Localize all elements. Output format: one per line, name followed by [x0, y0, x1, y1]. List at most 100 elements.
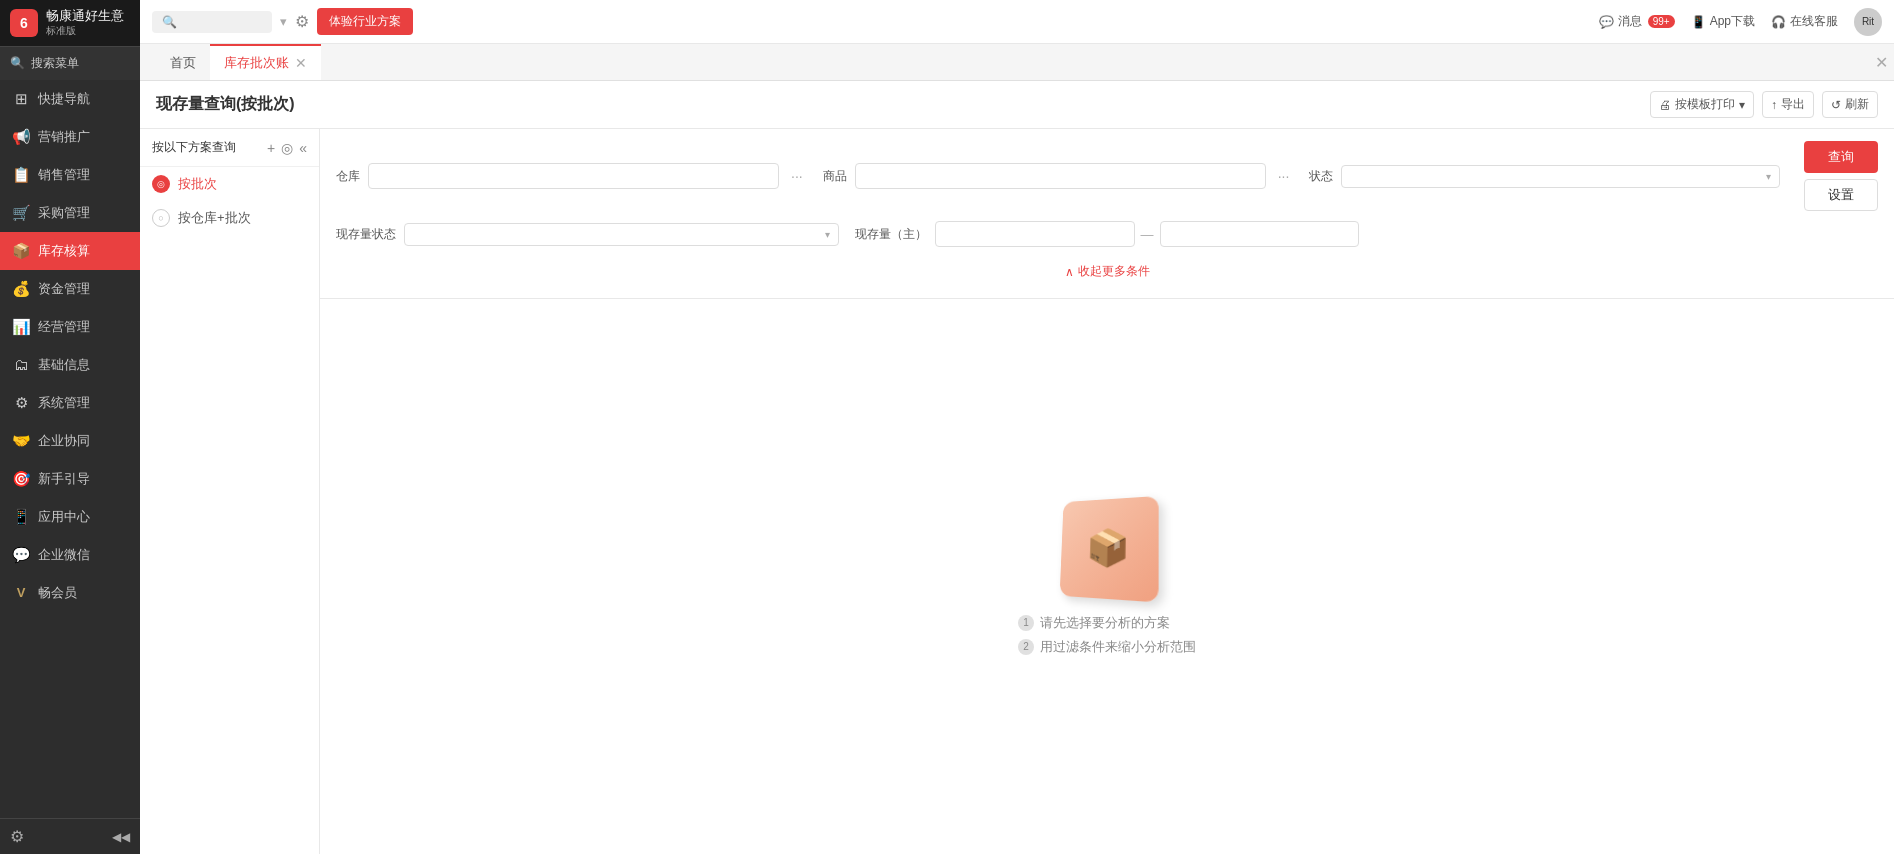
sidebar-collapse-icon[interactable]: ◀◀ — [112, 830, 130, 844]
sidebar-item-basic[interactable]: 🗂 基础信息 — [0, 346, 140, 384]
finance-icon: 💰 — [12, 280, 30, 298]
action-buttons: 查询 设置 — [1804, 141, 1878, 211]
plan-item-batch[interactable]: ◎ 按批次 — [140, 167, 319, 201]
sidebar-item-enterprise[interactable]: 🤝 企业协同 — [0, 422, 140, 460]
inventory-status-label: 现存量状态 — [336, 226, 396, 243]
filter-product: 商品 ··· — [823, 163, 1294, 189]
new-guide-icon: 🎯 — [12, 470, 30, 488]
message-item[interactable]: 💬 消息 99+ — [1599, 13, 1675, 30]
plan-item-warehouse-batch[interactable]: ○ 按仓库+批次 — [140, 201, 319, 235]
sidebar-item-label: 采购管理 — [38, 204, 90, 222]
sidebar-item-label: 销售管理 — [38, 166, 90, 184]
plan-settings-icon[interactable]: ◎ — [281, 140, 293, 156]
tip-text-2: 用过滤条件来缩小分析范围 — [1040, 638, 1196, 656]
basic-icon: 🗂 — [12, 356, 30, 373]
app-download-icon: 📱 — [1691, 15, 1706, 29]
product-dots[interactable]: ··· — [1274, 168, 1294, 184]
sidebar-footer: ⚙ ◀◀ — [0, 818, 140, 854]
collapse-icon: ∧ — [1065, 265, 1074, 279]
left-panel-header-label: 按以下方案查询 — [152, 139, 236, 156]
sidebar-item-label: 新手引导 — [38, 470, 90, 488]
sidebar-item-marketing[interactable]: 📢 营销推广 — [0, 118, 140, 156]
empty-tips: 1 请先选择要分析的方案 2 用过滤条件来缩小分析范围 — [1018, 614, 1196, 656]
filter-warehouse: 仓库 ··· — [336, 163, 807, 189]
refresh-btn[interactable]: ↺ 刷新 — [1822, 91, 1878, 118]
topbar-search-icon: 🔍 — [162, 15, 177, 29]
sidebar-item-operations[interactable]: 📊 经营管理 — [0, 308, 140, 346]
sidebar-item-label: 应用中心 — [38, 508, 90, 526]
sidebar-item-app-center[interactable]: 📱 应用中心 — [0, 498, 140, 536]
sales-icon: 📋 — [12, 166, 30, 184]
plan-warehouse-batch-label: 按仓库+批次 — [178, 209, 251, 227]
filter-row-2: 现存量状态 ▾ 现存量（主） — — [336, 221, 1878, 247]
left-panel-header: 按以下方案查询 + ◎ « — [140, 129, 319, 167]
print-dropdown-icon[interactable]: ▾ — [1739, 98, 1745, 112]
sidebar-item-label: 基础信息 — [38, 356, 90, 374]
print-btn[interactable]: 🖨 按模板打印 ▾ — [1650, 91, 1754, 118]
status-select[interactable]: ▾ — [1341, 165, 1780, 188]
topbar-settings-icon[interactable]: ⚙ — [295, 12, 309, 31]
search-icon: 🔍 — [10, 56, 25, 70]
sidebar-item-purchase[interactable]: 🛒 采购管理 — [0, 194, 140, 232]
app-subtitle: 标准版 — [46, 24, 124, 38]
tip-num-2: 2 — [1018, 639, 1034, 655]
filter-area: 仓库 ··· 商品 ··· 状态 ▾ — [320, 129, 1894, 299]
settings-btn[interactable]: 设置 — [1804, 179, 1878, 211]
sidebar: 6 畅康通好生意 标准版 🔍 搜索菜单 ⊞ 快捷导航 📢 营销推广 📋 销售管理… — [0, 0, 140, 854]
operations-icon: 📊 — [12, 318, 30, 336]
enterprise-icon: 🤝 — [12, 432, 30, 450]
inventory-qty-min[interactable] — [935, 221, 1134, 247]
sidebar-item-sales[interactable]: 📋 销售管理 — [0, 156, 140, 194]
sidebar-settings-icon[interactable]: ⚙ — [10, 827, 24, 846]
enterprise-wx-icon: 💬 — [12, 546, 30, 564]
filter-inventory-status: 现存量状态 ▾ — [336, 223, 839, 246]
sidebar-item-new-guide[interactable]: 🎯 新手引导 — [0, 460, 140, 498]
tip-text-1: 请先选择要分析的方案 — [1040, 614, 1170, 632]
inventory-status-select[interactable]: ▾ — [404, 223, 839, 246]
collapse-panel-icon[interactable]: « — [299, 140, 307, 156]
sidebar-item-system[interactable]: ⚙ 系统管理 — [0, 384, 140, 422]
app-download-item[interactable]: 📱 App下载 — [1691, 13, 1755, 30]
sidebar-item-label: 企业微信 — [38, 546, 90, 564]
sidebar-item-label: 资金管理 — [38, 280, 90, 298]
inventory-qty-max[interactable] — [1160, 221, 1359, 247]
warehouse-dots[interactable]: ··· — [787, 168, 807, 184]
tab-home[interactable]: 首页 — [156, 44, 210, 80]
filter-row-1: 仓库 ··· 商品 ··· 状态 ▾ — [336, 141, 1878, 211]
sidebar-search[interactable]: 🔍 搜索菜单 — [0, 47, 140, 80]
empty-icon: 📦 — [1060, 495, 1159, 602]
user-avatar[interactable]: Rit — [1854, 8, 1882, 36]
topbar-search-box[interactable]: 🔍 — [152, 11, 272, 33]
main-area: 🔍 ▾ ⚙ 体验行业方案 💬 消息 99+ 📱 App下载 🎧 在线客服 Ri — [140, 0, 1894, 854]
inventory-qty-range: — — [935, 221, 1358, 247]
page-header: 现存量查询(按批次) 🖨 按模板打印 ▾ ↑ 导出 ↺ 刷新 — [140, 81, 1894, 129]
export-btn[interactable]: ↑ 导出 — [1762, 91, 1814, 118]
sidebar-item-enterprise-wx[interactable]: 💬 企业微信 — [0, 536, 140, 574]
sidebar-item-quick-nav[interactable]: ⊞ 快捷导航 — [0, 80, 140, 118]
sidebar-item-label: 营销推广 — [38, 128, 90, 146]
collapse-bar[interactable]: ∧ 收起更多条件 — [336, 257, 1878, 286]
warehouse-input[interactable] — [368, 163, 779, 189]
search-label: 搜索菜单 — [31, 55, 79, 72]
topbar-dropdown-icon[interactable]: ▾ — [280, 14, 287, 29]
query-btn[interactable]: 查询 — [1804, 141, 1878, 173]
trial-btn[interactable]: 体验行业方案 — [317, 8, 413, 35]
tab-close-icon[interactable]: ✕ — [295, 56, 307, 70]
range-dash: — — [1141, 227, 1154, 242]
member-icon: V — [12, 585, 30, 600]
right-panel: 仓库 ··· 商品 ··· 状态 ▾ — [320, 129, 1894, 854]
system-icon: ⚙ — [12, 394, 30, 412]
sidebar-item-member[interactable]: V 畅会员 — [0, 574, 140, 612]
plan-batch-icon: ◎ — [152, 175, 170, 193]
sidebar-item-inventory[interactable]: 📦 库存核算 — [0, 232, 140, 270]
product-input[interactable] — [855, 163, 1266, 189]
sidebar-item-finance[interactable]: 💰 资金管理 — [0, 270, 140, 308]
tab-home-label: 首页 — [170, 54, 196, 72]
close-all-btn[interactable]: ✕ — [1869, 51, 1894, 74]
marketing-icon: 📢 — [12, 128, 30, 146]
topbar-search-input[interactable] — [183, 15, 263, 29]
online-service-item[interactable]: 🎧 在线客服 — [1771, 13, 1838, 30]
add-plan-icon[interactable]: + — [267, 140, 275, 156]
tab-inventory-batch[interactable]: 库存批次账 ✕ — [210, 44, 321, 80]
left-panel: 按以下方案查询 + ◎ « ◎ 按批次 ○ 按仓库+批次 — [140, 129, 320, 854]
